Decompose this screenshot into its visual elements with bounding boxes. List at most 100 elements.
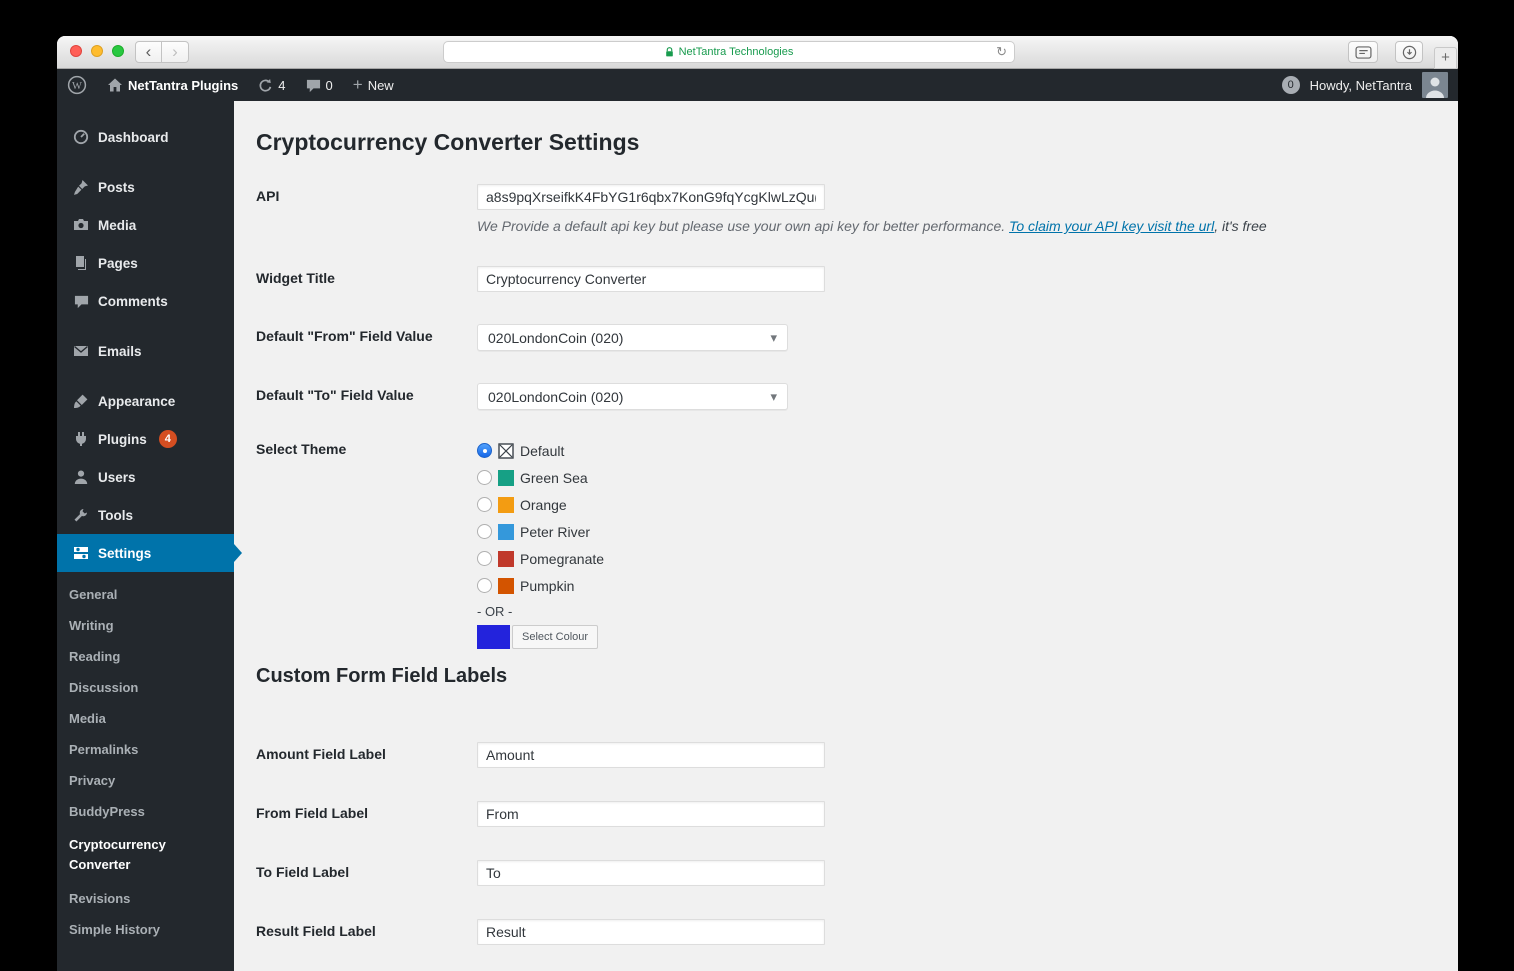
- theme-option-label: Pumpkin: [520, 577, 575, 594]
- api-key-input[interactable]: [477, 184, 825, 210]
- submenu-item-privacy[interactable]: Privacy: [57, 765, 234, 796]
- radio-button: [477, 524, 492, 539]
- amount-field-label: Amount Field Label: [256, 746, 386, 762]
- sidebar-item-posts[interactable]: Posts: [57, 168, 234, 206]
- sidebar-item-dashboard[interactable]: Dashboard: [57, 118, 234, 156]
- updates-menu[interactable]: 4: [248, 69, 295, 101]
- result-field-label: Result Field Label: [256, 923, 376, 939]
- sidebar-item-label: Posts: [98, 179, 135, 195]
- back-button[interactable]: ‹: [135, 41, 162, 63]
- wp-admin-bar: W NetTantra Plugins 4 0 + New 0 Howdy, N…: [57, 69, 1458, 101]
- sidebar-item-label: Comments: [98, 293, 168, 309]
- dashboard-icon: [72, 128, 90, 146]
- from-field-label: From Field Label: [256, 805, 369, 821]
- api-help-suffix: , it's free: [1214, 218, 1267, 234]
- from-label-row: From Field Label: [256, 801, 1438, 827]
- widget-title-label: Widget Title: [256, 270, 335, 286]
- comments-menu[interactable]: 0: [296, 69, 343, 101]
- user-icon: [72, 468, 90, 486]
- sidebar-item-plugins[interactable]: Plugins 4: [57, 420, 234, 458]
- radio-button: [477, 470, 492, 485]
- theme-option-label: Default: [520, 442, 565, 459]
- sidebar-item-label: Dashboard: [98, 129, 169, 145]
- submenu-item-simple-history[interactable]: Simple History: [57, 914, 234, 945]
- custom-color-swatch[interactable]: [477, 625, 510, 649]
- pages-icon: [72, 254, 90, 272]
- submenu-item-reading[interactable]: Reading: [57, 641, 234, 672]
- theme-option-default[interactable]: Default: [477, 437, 604, 464]
- tab-overview-button[interactable]: [1348, 41, 1378, 63]
- radio-button: [477, 551, 492, 566]
- paintbrush-icon: [72, 392, 90, 410]
- default-from-select[interactable]: 020LondonCoin (020) ▾: [477, 324, 788, 351]
- svg-text:W: W: [72, 81, 82, 92]
- notification-badge[interactable]: 0: [1281, 76, 1300, 94]
- admin-sidebar: Dashboard Posts Media Pages Comments Ema…: [57, 101, 242, 971]
- amount-label-input[interactable]: [477, 742, 825, 768]
- to-label-input[interactable]: [477, 860, 825, 886]
- theme-option-peter-river[interactable]: Peter River: [477, 518, 604, 545]
- select-colour-button[interactable]: Select Colour: [512, 625, 599, 649]
- custom-labels-heading: Custom Form Field Labels: [256, 665, 508, 687]
- site-name-menu[interactable]: NetTantra Plugins: [97, 69, 248, 101]
- submenu-item-cryptocurrency-converter[interactable]: Cryptocurrency Converter: [57, 827, 234, 883]
- theme-option-green-sea[interactable]: Green Sea: [477, 464, 604, 491]
- wordpress-logo-icon: W: [67, 75, 87, 95]
- lock-icon: [665, 46, 674, 58]
- radio-button: [477, 578, 492, 593]
- comment-bubble-icon: [306, 78, 321, 93]
- select-theme-label: Select Theme: [256, 441, 347, 457]
- orange-swatch: [498, 496, 514, 513]
- theme-option-label: Peter River: [520, 523, 591, 540]
- minimize-window-button[interactable]: [91, 45, 103, 57]
- default-to-value: 020LondonCoin (020): [488, 388, 624, 405]
- sidebar-item-comments[interactable]: Comments: [57, 282, 234, 320]
- new-tab-button[interactable]: +: [1434, 47, 1457, 69]
- radio-button: [477, 497, 492, 512]
- browser-window: ‹ › NetTantra Technologies ↻ + W NetTant…: [57, 36, 1458, 971]
- user-avatar[interactable]: [1422, 72, 1448, 98]
- sidebar-item-tools[interactable]: Tools: [57, 496, 234, 534]
- address-bar[interactable]: NetTantra Technologies ↻: [443, 41, 1015, 63]
- default-to-row: Default "To" Field Value 020LondonCoin (…: [256, 383, 1438, 410]
- chevron-right-icon: ›: [172, 42, 178, 61]
- widget-title-input[interactable]: [477, 266, 825, 292]
- sidebar-item-users[interactable]: Users: [57, 458, 234, 496]
- api-key-link[interactable]: To claim your API key visit the url: [1009, 218, 1214, 234]
- color-picker: Select Colour: [477, 625, 604, 649]
- sidebar-item-label: Plugins: [98, 431, 147, 447]
- wp-logo-menu[interactable]: W: [57, 69, 97, 101]
- sidebar-item-settings[interactable]: Settings: [57, 534, 242, 572]
- refresh-icon[interactable]: ↻: [996, 44, 1007, 60]
- update-icon: [258, 78, 273, 93]
- sidebar-item-appearance[interactable]: Appearance: [57, 382, 234, 420]
- submenu-item-buddypress[interactable]: BuddyPress: [57, 796, 234, 827]
- wrench-icon: [72, 506, 90, 524]
- admin-bar-right: 0 Howdy, NetTantra: [1281, 72, 1458, 98]
- theme-option-orange[interactable]: Orange: [477, 491, 604, 518]
- comments-count: 0: [325, 77, 333, 93]
- close-window-button[interactable]: [70, 45, 82, 57]
- submenu-item-revisions[interactable]: Revisions: [57, 883, 234, 914]
- submenu-item-writing[interactable]: Writing: [57, 610, 234, 641]
- from-label-input[interactable]: [477, 801, 825, 827]
- result-label-input[interactable]: [477, 919, 825, 945]
- sidebar-item-media[interactable]: Media: [57, 206, 234, 244]
- theme-option-pomegranate[interactable]: Pomegranate: [477, 545, 604, 572]
- default-to-select[interactable]: 020LondonCoin (020) ▾: [477, 383, 788, 410]
- submenu-item-discussion[interactable]: Discussion: [57, 672, 234, 703]
- theme-option-pumpkin[interactable]: Pumpkin: [477, 572, 604, 599]
- camera-icon: [72, 216, 90, 234]
- sidebar-item-emails[interactable]: Emails: [57, 332, 234, 370]
- howdy-account-menu[interactable]: Howdy, NetTantra: [1310, 78, 1412, 93]
- submenu-item-media[interactable]: Media: [57, 703, 234, 734]
- new-content-menu[interactable]: + New: [343, 69, 404, 101]
- downloads-button[interactable]: [1395, 41, 1423, 63]
- default-from-value: 020LondonCoin (020): [488, 329, 624, 346]
- sidebar-item-pages[interactable]: Pages: [57, 244, 234, 282]
- submenu-item-permalinks[interactable]: Permalinks: [57, 734, 234, 765]
- submenu-item-general[interactable]: General: [57, 579, 234, 610]
- forward-button[interactable]: ›: [162, 41, 189, 63]
- zoom-window-button[interactable]: [112, 45, 124, 57]
- default-from-row: Default "From" Field Value 020LondonCoin…: [256, 324, 1438, 351]
